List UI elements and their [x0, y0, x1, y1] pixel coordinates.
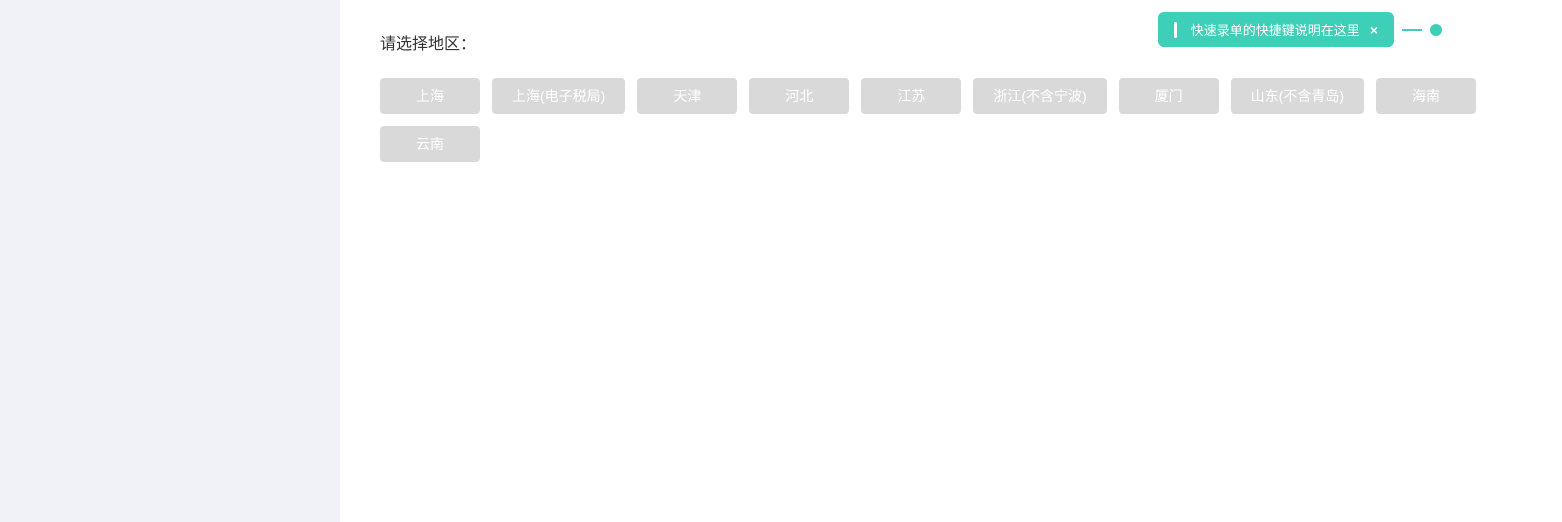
region-btn-hebei[interactable]: 河北 [749, 78, 849, 114]
tooltip-container: 快速录单的快捷键说明在这里 × [1158, 12, 1442, 47]
main-content: 请选择地区： 上海 上海(电子税局) 天津 河北 江苏 浙江(不含宁波) 厦门 … [340, 0, 1562, 522]
region-buttons: 上海 上海(电子税局) 天津 河北 江苏 浙江(不含宁波) 厦门 山东(不含青岛… [380, 78, 1522, 162]
tooltip-line [1402, 29, 1422, 31]
region-btn-zhejiang[interactable]: 浙江(不含宁波) [973, 78, 1106, 114]
region-btn-yunnan[interactable]: 云南 [380, 126, 480, 162]
tooltip-text: 快速录单的快捷键说明在这里 [1191, 20, 1360, 39]
region-btn-shandong[interactable]: 山东(不含青岛) [1231, 78, 1364, 114]
tooltip-bubble: 快速录单的快捷键说明在这里 × [1158, 12, 1394, 47]
left-sidebar [0, 0, 340, 522]
region-btn-tianjin[interactable]: 天津 [637, 78, 737, 114]
tooltip-dot [1430, 24, 1442, 36]
region-btn-shanghai-etax[interactable]: 上海(电子税局) [492, 78, 625, 114]
region-btn-xiamen[interactable]: 厦门 [1119, 78, 1219, 114]
tooltip-close-button[interactable]: × [1370, 22, 1378, 38]
region-btn-hainan[interactable]: 海南 [1376, 78, 1476, 114]
region-btn-shanghai[interactable]: 上海 [380, 78, 480, 114]
region-btn-jiangsu[interactable]: 江苏 [861, 78, 961, 114]
